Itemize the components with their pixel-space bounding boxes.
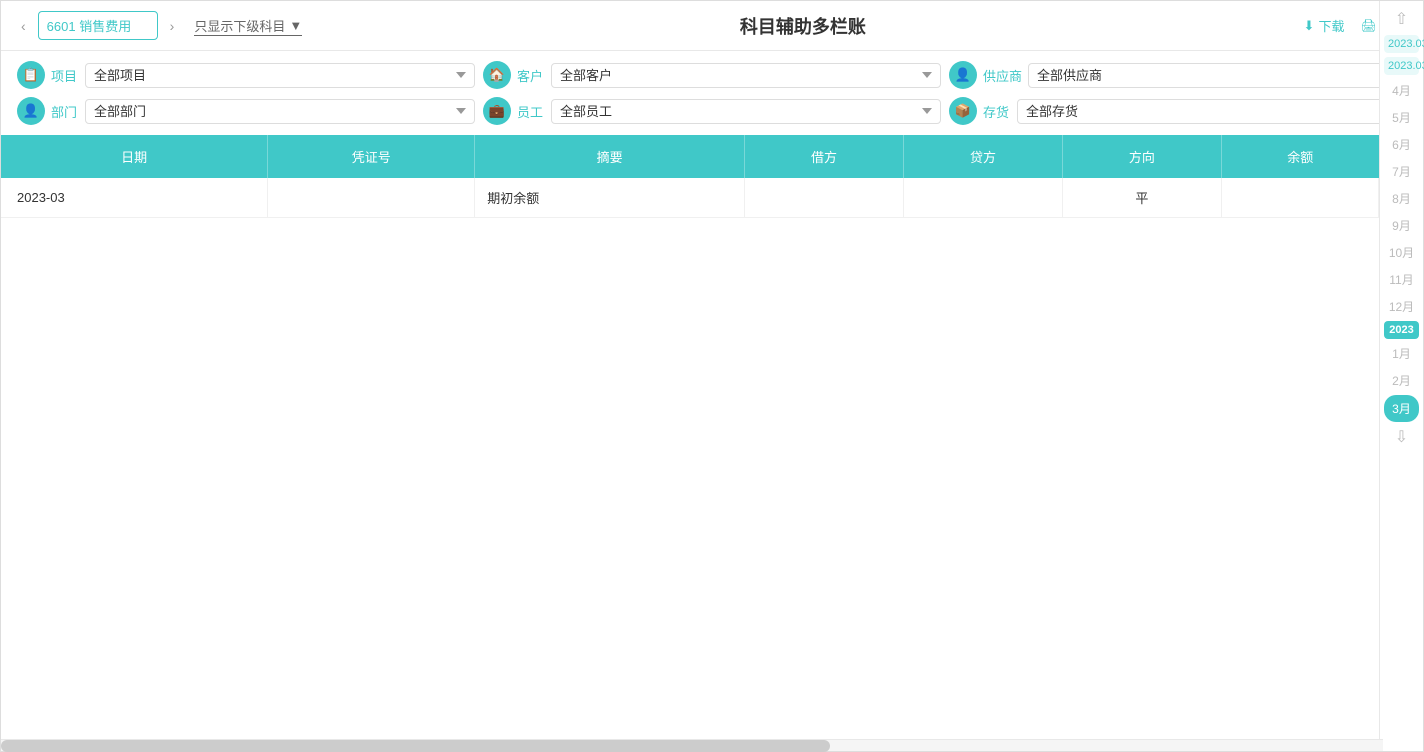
next-account-button[interactable]: › — [166, 16, 179, 36]
timeline-item-2023-03-top1[interactable]: 2023.03 — [1384, 35, 1419, 53]
timeline-panel: ⇧ 2023.03 2023.03 4月 5月 6月 7月 8月 9月 10月 … — [1379, 1, 1423, 751]
department-filter: 👤 部门 全部部门 — [17, 97, 475, 125]
timeline-item-3-active[interactable]: 3月 — [1384, 395, 1419, 422]
table-header-row: 日期 凭证号 摘要 借方 贷方 方向 余额 — [1, 135, 1379, 178]
download-icon: ⬇ — [1304, 18, 1315, 34]
cell-date: 2023-03 — [1, 178, 268, 218]
timeline-item-2023-03-top2[interactable]: 2023.03 — [1384, 57, 1419, 75]
supplier-filter: 👤 供应商 全部供应商 — [949, 61, 1407, 89]
inventory-select[interactable]: 全部存货 — [1017, 99, 1407, 124]
project-filter: 📋 项目 全部项目 — [17, 61, 475, 89]
department-select[interactable]: 全部部门 — [85, 99, 475, 124]
timeline-item-1[interactable]: 1月 — [1380, 340, 1423, 367]
cell-direction: 平 — [1062, 178, 1221, 218]
prev-account-button[interactable]: ‹ — [17, 16, 30, 36]
col-voucher: 凭证号 — [268, 135, 475, 178]
timeline-item-2[interactable]: 2月 — [1380, 367, 1423, 394]
timeline-item-5[interactable]: 5月 — [1380, 104, 1423, 131]
project-label: 项目 — [51, 66, 79, 85]
col-summary: 摘要 — [475, 135, 745, 178]
timeline-item-11[interactable]: 11月 — [1380, 266, 1423, 293]
employee-icon: 💼 — [483, 97, 511, 125]
timeline-item-7[interactable]: 7月 — [1380, 158, 1423, 185]
chevron-down-icon: ▼ — [289, 18, 302, 33]
download-label: 下载 — [1318, 16, 1344, 35]
employee-filter: 💼 员工 全部员工 — [483, 97, 941, 125]
download-button[interactable]: ⬇ 下载 — [1304, 16, 1345, 35]
department-label: 部门 — [51, 102, 79, 121]
horizontal-scrollbar[interactable] — [1, 739, 1383, 751]
project-select[interactable]: 全部项目 — [85, 63, 475, 88]
print-icon: 🖨 — [1360, 18, 1377, 34]
account-code: 6601 销售费用 — [38, 11, 158, 40]
inventory-filter: 📦 存货 全部存货 — [949, 97, 1407, 125]
supplier-select[interactable]: 全部供应商 — [1028, 63, 1407, 88]
show-sub-toggle[interactable]: 只显示下级科目 ▼ — [194, 16, 302, 36]
employee-select[interactable]: 全部员工 — [551, 99, 941, 124]
header: ‹ 6601 销售费用 › 只显示下级科目 ▼ 科目辅助多栏账 ⬇ 下载 🖨 打… — [1, 1, 1423, 51]
table-container: 日期 凭证号 摘要 借方 贷方 方向 余额 2023-03 期初余额 平 — [1, 135, 1379, 218]
table-row: 2023-03 期初余额 平 — [1, 178, 1379, 218]
page-title: 科目辅助多栏账 — [310, 13, 1295, 39]
customer-label: 客户 — [517, 66, 545, 85]
supplier-label: 供应商 — [983, 66, 1022, 85]
col-credit: 贷方 — [904, 135, 1063, 178]
timeline-year-badge: 2023 — [1384, 321, 1419, 339]
cell-credit — [904, 178, 1063, 218]
timeline-item-9[interactable]: 9月 — [1380, 212, 1423, 239]
cell-balance — [1221, 178, 1378, 218]
inventory-icon: 📦 — [949, 97, 977, 125]
customer-select[interactable]: 全部客户 — [551, 63, 941, 88]
cell-voucher — [268, 178, 475, 218]
project-icon: 📋 — [17, 61, 45, 89]
timeline-item-4[interactable]: 4月 — [1380, 77, 1423, 104]
customer-filter: 🏠 客户 全部客户 — [483, 61, 941, 89]
timeline-item-10[interactable]: 10月 — [1380, 239, 1423, 266]
department-icon: 👤 — [17, 97, 45, 125]
customer-icon: 🏠 — [483, 61, 511, 89]
timeline-item-8[interactable]: 8月 — [1380, 185, 1423, 212]
timeline-up-arrow[interactable]: ⇧ — [1391, 5, 1412, 33]
filters-panel: 📋 项目 全部项目 🏠 客户 全部客户 👤 供应商 全部供应商 👤 部门 全 — [1, 51, 1423, 135]
col-debit: 借方 — [745, 135, 904, 178]
col-direction: 方向 — [1062, 135, 1221, 178]
employee-label: 员工 — [517, 102, 545, 121]
inventory-label: 存货 — [983, 102, 1011, 121]
col-date: 日期 — [1, 135, 268, 178]
data-table: 日期 凭证号 摘要 借方 贷方 方向 余额 2023-03 期初余额 平 — [1, 135, 1379, 218]
timeline-down-arrow[interactable]: ⇩ — [1391, 423, 1412, 451]
supplier-icon: 👤 — [949, 61, 977, 89]
cell-debit — [745, 178, 904, 218]
cell-summary: 期初余额 — [475, 178, 745, 218]
show-sub-label: 只显示下级科目 — [194, 16, 285, 35]
timeline-item-12[interactable]: 12月 — [1380, 293, 1423, 320]
main-window: ✕ ‹ 6601 销售费用 › 只显示下级科目 ▼ 科目辅助多栏账 ⬇ 下载 🖨… — [0, 0, 1424, 752]
timeline-item-6[interactable]: 6月 — [1380, 131, 1423, 158]
col-balance: 余额 — [1221, 135, 1378, 178]
scrollbar-thumb[interactable] — [1, 740, 830, 752]
